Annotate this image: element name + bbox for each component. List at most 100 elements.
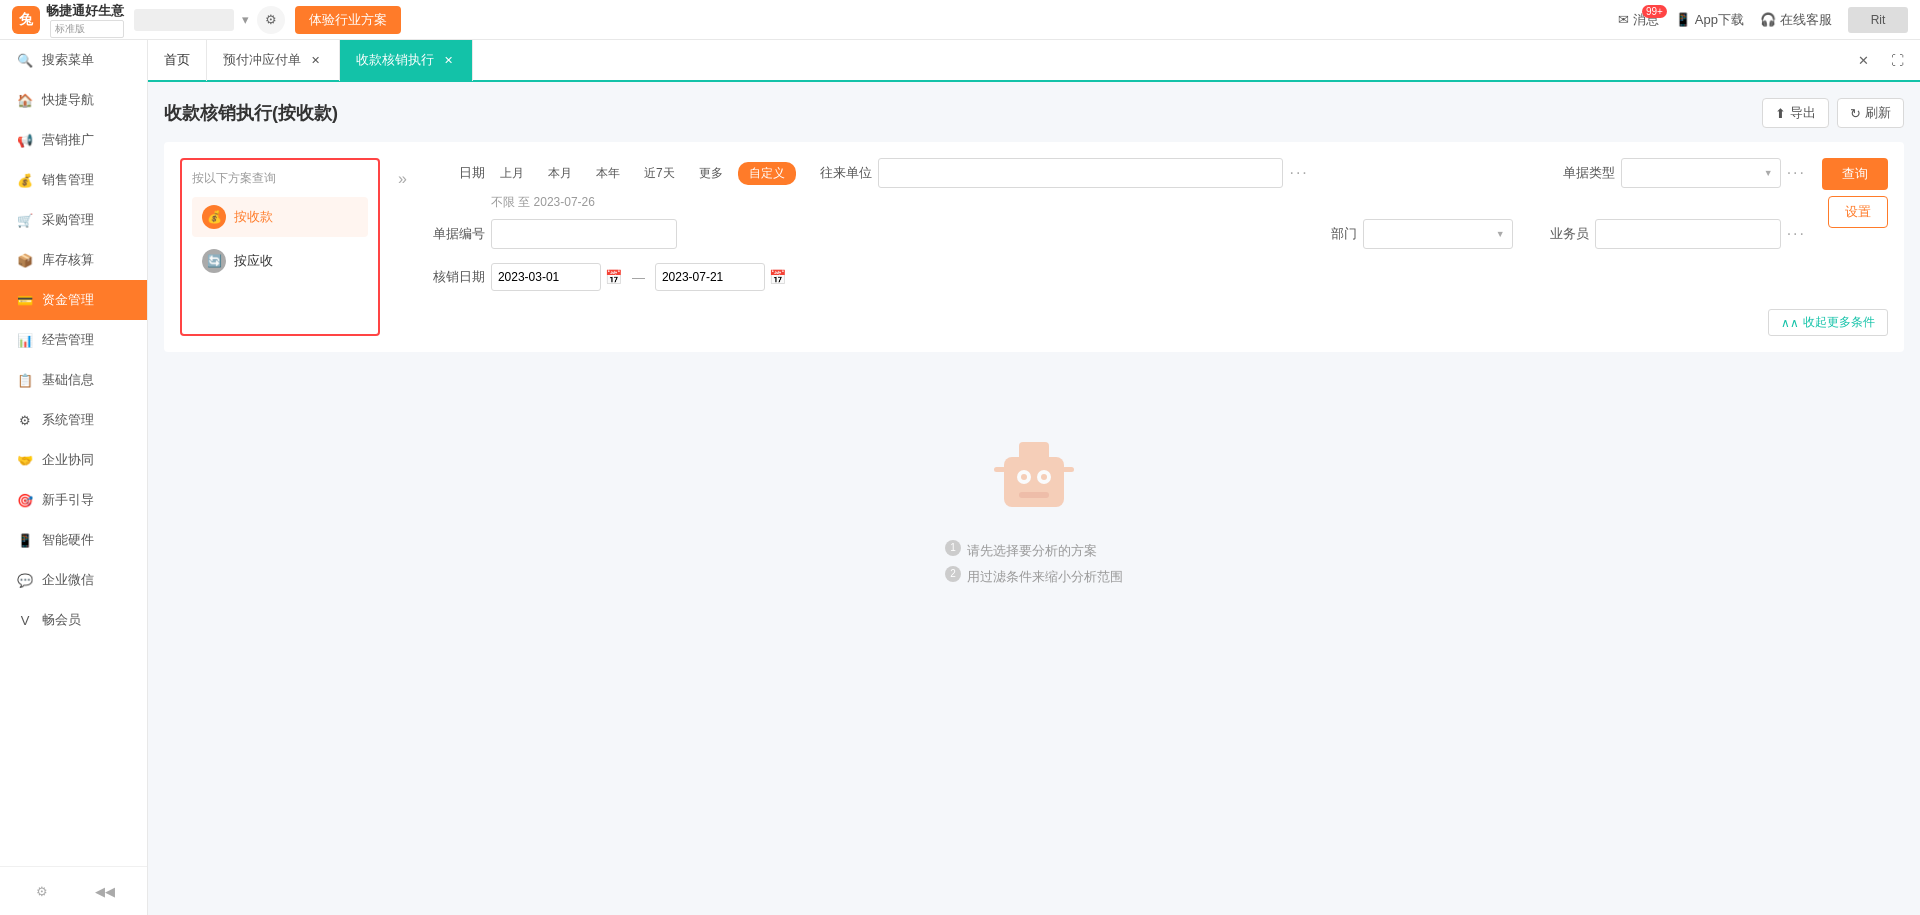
tab-expand-icon[interactable]: ⛶: [1884, 47, 1910, 73]
app-download-area[interactable]: 📱 App下载: [1675, 11, 1744, 29]
sidebar-collapse-icon[interactable]: ◀◀: [91, 877, 119, 905]
vip-label: 畅会员: [42, 611, 81, 629]
sidebar-item-biz-mgmt[interactable]: 📊 经营管理: [0, 320, 147, 360]
sidebar-item-newbie[interactable]: 🎯 新手引导: [0, 480, 147, 520]
filter-option-by-receipt[interactable]: 💰 按收款: [192, 197, 368, 237]
brand-text-block: 畅捷通好生意 标准版: [46, 2, 124, 38]
counterparty-input[interactable]: [878, 158, 1284, 188]
dept-label: 部门: [1297, 225, 1357, 243]
receipt-tab-label: 收款核销执行: [356, 51, 434, 69]
chip-this-year[interactable]: 本年: [587, 162, 629, 185]
tab-receipt-writeoff[interactable]: 收款核销执行 ✕: [340, 40, 473, 81]
sales-mgmt-label: 销售管理: [42, 171, 94, 189]
enterprise-label: 企业协同: [42, 451, 94, 469]
receipt-tab-close[interactable]: ✕: [440, 52, 456, 68]
svg-rect-6: [1019, 492, 1049, 498]
writeoff-date-label: 核销日期: [425, 268, 485, 286]
writeoff-date-field: 核销日期 📅 — 📅: [425, 263, 786, 291]
bill-type-more-icon[interactable]: ···: [1787, 164, 1806, 182]
chip-last-7-days[interactable]: 近7天: [635, 162, 684, 185]
tab-home[interactable]: 首页: [148, 40, 207, 81]
topbar-right: ✉ 消息 99+ 📱 App下载 🎧 在线客服 Rit: [1618, 7, 1908, 33]
sidebar-item-inventory[interactable]: 📦 库存核算: [0, 240, 147, 280]
empty-hint-2: 用过滤条件来缩小分析范围: [967, 564, 1123, 590]
bill-type-select[interactable]: [1621, 158, 1781, 188]
writeoff-date-end-input[interactable]: [655, 263, 765, 291]
fund-mgmt-icon: 💳: [16, 291, 34, 309]
refresh-label: 刷新: [1865, 104, 1891, 122]
sidebar-item-smart-hw[interactable]: 📱 智能硬件: [0, 520, 147, 560]
chip-more[interactable]: 更多: [690, 162, 732, 185]
prepay-tab-close[interactable]: ✕: [307, 52, 323, 68]
set-button[interactable]: 设置: [1828, 196, 1888, 228]
sidebar-item-marketing[interactable]: 📢 营销推广: [0, 120, 147, 160]
filter-option-by-receivable[interactable]: 🔄 按应收: [192, 241, 368, 281]
page-title: 收款核销执行(按收款): [164, 101, 338, 125]
enterprise-icon: 🤝: [16, 451, 34, 469]
tab-close-all-icon[interactable]: ✕: [1850, 47, 1876, 73]
filter-query-inner: 按以下方案查询 💰 按收款 🔄 按应收 »: [180, 158, 1888, 336]
brand-area: 兔 畅捷通好生意 标准版: [12, 2, 124, 38]
refresh-icon: ↻: [1850, 106, 1861, 121]
smart-hw-label: 智能硬件: [42, 531, 94, 549]
message-badge: 99+: [1642, 5, 1667, 18]
chip-custom[interactable]: 自定义: [738, 162, 796, 185]
bill-type-select-wrap: [1621, 158, 1781, 188]
sidebar-item-fund-mgmt[interactable]: 💳 资金管理: [0, 280, 147, 320]
online-service-label: 在线客服: [1780, 11, 1832, 29]
user-area: ▾: [134, 9, 249, 31]
svg-rect-1: [1019, 442, 1049, 462]
query-form: 日期 上月 本月 本年 近7天 更多 自定义: [425, 158, 1888, 336]
online-service-area[interactable]: 🎧 在线客服: [1760, 11, 1832, 29]
sidebar-item-enterprise[interactable]: 🤝 企业协同: [0, 440, 147, 480]
export-button[interactable]: ⬆ 导出: [1762, 98, 1829, 128]
chip-last-month[interactable]: 上月: [491, 162, 533, 185]
message-icon-area[interactable]: ✉ 消息 99+: [1618, 11, 1659, 29]
refresh-button[interactable]: ↻ 刷新: [1837, 98, 1904, 128]
vip-icon: V: [16, 611, 34, 629]
chip-this-month[interactable]: 本月: [539, 162, 581, 185]
user-avatar[interactable]: Rit: [1848, 7, 1908, 33]
tab-prepay-reconcile[interactable]: 预付冲应付单 ✕: [207, 40, 340, 81]
headset-icon: 🎧: [1760, 12, 1776, 27]
counterparty-more-icon[interactable]: ···: [1289, 164, 1308, 182]
writeoff-date-start-input[interactable]: [491, 263, 601, 291]
sidebar-settings-icon[interactable]: ⚙: [28, 877, 56, 905]
quick-nav-label: 快捷导航: [42, 91, 94, 109]
collapse-more-button[interactable]: ∧∧ 收起更多条件: [1768, 309, 1888, 336]
writeoff-end-calendar-icon[interactable]: 📅: [769, 269, 786, 285]
filter-query-container: 按以下方案查询 💰 按收款 🔄 按应收 »: [164, 142, 1904, 352]
newbie-label: 新手引导: [42, 491, 94, 509]
bill-no-input[interactable]: [491, 219, 677, 249]
solution-button[interactable]: 体验行业方案: [295, 6, 401, 34]
sidebar-item-sys-mgmt[interactable]: ⚙ 系统管理: [0, 400, 147, 440]
settings-gear-icon[interactable]: ⚙: [257, 6, 285, 34]
query-button[interactable]: 查询: [1822, 158, 1888, 190]
app-download-icon: 📱: [1675, 12, 1691, 27]
sidebar-item-purchase-mgmt[interactable]: 🛒 采购管理: [0, 200, 147, 240]
main-layout: 🔍 搜索菜单 🏠 快捷导航 📢 营销推广 💰 销售管理 🛒 采购管理 📦 库存核…: [0, 40, 1920, 915]
sys-mgmt-icon: ⚙: [16, 411, 34, 429]
brand-name: 畅捷通好生意: [46, 2, 124, 20]
counterparty-field: 往来单位 ···: [812, 158, 1309, 188]
page-content: 收款核销执行(按收款) ⬆ 导出 ↻ 刷新 按以: [148, 82, 1920, 915]
sidebar: 🔍 搜索菜单 🏠 快捷导航 📢 营销推广 💰 销售管理 🛒 采购管理 📦 库存核…: [0, 40, 148, 915]
sidebar-item-quick-nav[interactable]: 🏠 快捷导航: [0, 80, 147, 120]
bill-type-field: 单据类型 ···: [1309, 158, 1806, 188]
newbie-icon: 🎯: [16, 491, 34, 509]
dept-select[interactable]: [1363, 219, 1513, 249]
sidebar-item-wechat-biz[interactable]: 💬 企业微信: [0, 560, 147, 600]
staff-input[interactable]: [1595, 219, 1781, 249]
sidebar-item-search-menu[interactable]: 🔍 搜索菜单: [0, 40, 147, 80]
staff-more-icon[interactable]: ···: [1787, 225, 1806, 243]
sidebar-item-basic-info[interactable]: 📋 基础信息: [0, 360, 147, 400]
basic-info-icon: 📋: [16, 371, 34, 389]
writeoff-start-calendar-icon[interactable]: 📅: [605, 269, 622, 285]
std-badge: 标准版: [50, 20, 124, 38]
bill-type-label: 单据类型: [1555, 164, 1615, 182]
sidebar-item-sales-mgmt[interactable]: 💰 销售管理: [0, 160, 147, 200]
user-dropdown-icon[interactable]: ▾: [242, 12, 249, 27]
sidebar-item-vip[interactable]: V 畅会员: [0, 600, 147, 640]
svg-point-4: [1021, 474, 1027, 480]
filter-collapse-button[interactable]: »: [392, 162, 413, 336]
